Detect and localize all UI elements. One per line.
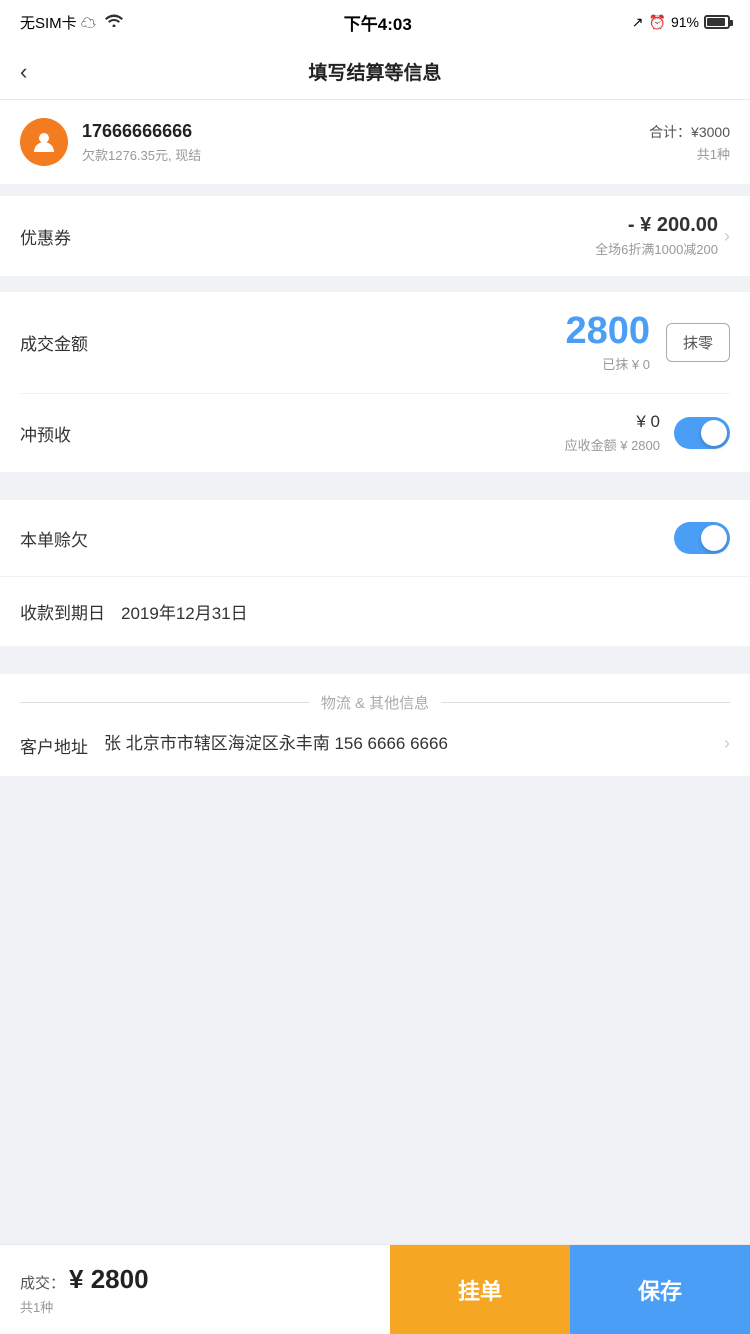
- customer-card: 17666666666 欠款1276.35元, 现结 合计：¥3000 共1种: [0, 100, 750, 184]
- prereceive-amounts: ¥ 0 应收金额 ¥ 2800: [565, 412, 660, 454]
- bottom-deal-label: 成交：: [20, 1272, 65, 1293]
- divider-1: [0, 184, 750, 196]
- logistics-divider: 物流 & 其他信息: [20, 692, 730, 713]
- coupon-label: 优惠券: [20, 224, 71, 249]
- deal-right: 2800 已抹 ¥ 0 抹零: [565, 312, 730, 373]
- prereceive-row: 冲预收 ¥ 0 应收金额 ¥ 2800: [0, 394, 750, 472]
- nav-bar: ‹ 填写结算等信息: [0, 44, 750, 100]
- prereceive-label: 冲预收: [20, 421, 71, 446]
- logistics-section: 物流 & 其他信息 客户地址 张 北京市市辖区海淀区永丰南 156 6666 6…: [0, 674, 750, 776]
- address-chevron-icon: ›: [724, 733, 730, 754]
- logistics-title: 物流 & 其他信息: [321, 692, 429, 713]
- sim-label: 无SIM卡 ☁: [20, 12, 96, 33]
- deal-amount: 2800: [565, 312, 650, 350]
- status-right: ↗ ⏰ 91%: [632, 14, 730, 31]
- coupon-desc: 全场6折满1000减200: [595, 239, 718, 258]
- status-time: 下午4:03: [344, 10, 412, 35]
- divider-4: [0, 646, 750, 662]
- back-button[interactable]: ‹: [20, 59, 27, 85]
- customer-debt: 欠款1276.35元, 现结: [82, 145, 201, 164]
- bottom-count: 共1种: [20, 1297, 370, 1316]
- total-label: 合计：¥3000: [649, 122, 730, 142]
- deal-amount-block: 2800 已抹 ¥ 0: [565, 312, 650, 373]
- bottom-deal-amount: ¥ 2800: [69, 1264, 149, 1295]
- coupon-right: - ¥ 200.00 全场6折满1000减200 ›: [595, 214, 730, 258]
- due-row: 收款到期日 2019年12月31日: [0, 576, 750, 646]
- location-icon: ↗: [632, 14, 644, 31]
- debit-toggle-knob: [701, 525, 727, 551]
- battery-label: 91%: [671, 14, 699, 30]
- round-button[interactable]: 抹零: [666, 323, 730, 362]
- debit-label: 本单赊欠: [20, 526, 88, 551]
- status-bar: 无SIM卡 ☁ 下午4:03 ↗ ⏰ 91%: [0, 0, 750, 44]
- customer-right: 合计：¥3000 共1种: [649, 122, 730, 163]
- address-row[interactable]: 客户地址 张 北京市市辖区海淀区永丰南 156 6666 6666 ›: [20, 731, 730, 758]
- prereceive-toggle[interactable]: [674, 417, 730, 449]
- customer-phone: 17666666666: [82, 121, 201, 142]
- deal-label: 成交金额: [20, 330, 88, 355]
- divider-line-right: [441, 702, 730, 703]
- wifi-icon: [104, 13, 124, 31]
- customer-left: 17666666666 欠款1276.35元, 现结: [20, 118, 201, 166]
- save-button[interactable]: 保存: [570, 1245, 750, 1334]
- deal-row: 成交金额 2800 已抹 ¥ 0 抹零: [0, 292, 750, 393]
- alarm-icon: ⏰: [649, 14, 666, 31]
- total-count: 共1种: [649, 144, 730, 163]
- bottom-bar: 成交： ¥ 2800 共1种 挂单 保存: [0, 1244, 750, 1334]
- debit-row: 本单赊欠: [0, 500, 750, 576]
- divider-2: [0, 276, 750, 292]
- toggle-knob: [701, 420, 727, 446]
- coupon-row[interactable]: 优惠券 - ¥ 200.00 全场6折满1000减200 ›: [0, 196, 750, 276]
- status-left: 无SIM卡 ☁: [20, 12, 124, 33]
- divider-line-left: [20, 702, 309, 703]
- divider-3: [0, 472, 750, 488]
- debit-toggle[interactable]: [674, 522, 730, 554]
- deal-sub: 已抹 ¥ 0: [565, 354, 650, 373]
- bottom-deal-line: 成交： ¥ 2800: [20, 1264, 370, 1295]
- address-label: 客户地址: [20, 731, 88, 758]
- prereceive-main: ¥ 0: [565, 412, 660, 432]
- customer-info: 17666666666 欠款1276.35元, 现结: [82, 121, 201, 164]
- content-area: 17666666666 欠款1276.35元, 现结 合计：¥3000 共1种 …: [0, 100, 750, 1076]
- deal-section: 成交金额 2800 已抹 ¥ 0 抹零 冲预收 ¥ 0 应收金额 ¥ 2800: [0, 292, 750, 472]
- avatar: [20, 118, 68, 166]
- chevron-right-icon: ›: [724, 226, 730, 247]
- prereceive-sub: 应收金额 ¥ 2800: [565, 435, 660, 454]
- due-label: 收款到期日: [20, 599, 105, 624]
- page-title: 填写结算等信息: [308, 58, 441, 85]
- bottom-summary: 成交： ¥ 2800 共1种: [0, 1264, 390, 1316]
- prereceive-right: ¥ 0 应收金额 ¥ 2800: [565, 412, 730, 454]
- battery-icon: [704, 15, 730, 29]
- coupon-right-text: - ¥ 200.00 全场6折满1000减200: [595, 214, 718, 258]
- due-date: 2019年12月31日: [121, 599, 248, 624]
- hang-button[interactable]: 挂单: [390, 1245, 570, 1334]
- coupon-discount: - ¥ 200.00: [595, 214, 718, 237]
- address-value: 张 北京市市辖区海淀区永丰南 156 6666 6666: [104, 731, 724, 757]
- bottom-spacer: [0, 776, 750, 976]
